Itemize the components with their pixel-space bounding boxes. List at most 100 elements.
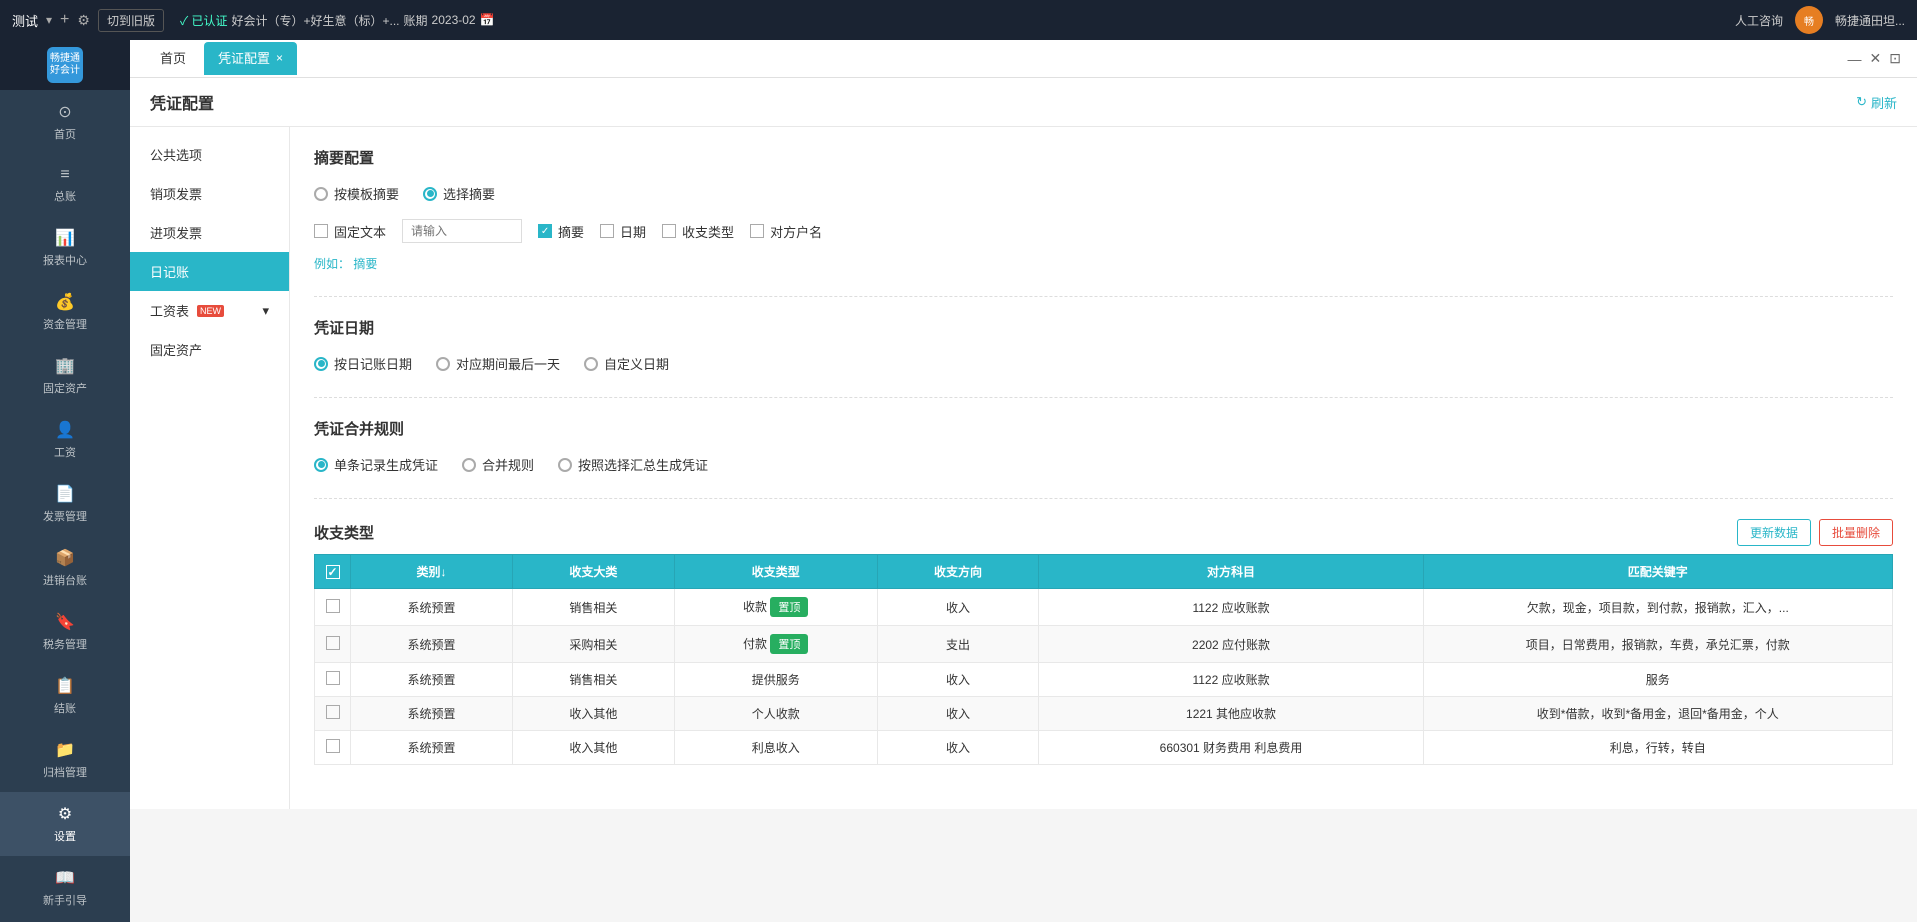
summary-config-title: 摘要配置 — [314, 147, 1893, 168]
th-checkbox[interactable]: ✓ — [315, 555, 351, 589]
invoice-icon: 📄 — [55, 484, 75, 504]
income-expense-title: 收支类型 — [314, 522, 374, 543]
table-row: 系统预置 收入其他 利息收入 收入 660301 财务费用 利息费用 利息，行转… — [315, 731, 1893, 765]
radio-circle-summary-gen — [558, 458, 572, 472]
cell-subject-2: 2202 应付账款 — [1039, 626, 1423, 663]
sidebar-label-invoice: 发票管理 — [43, 508, 87, 524]
sidebar-item-ledger[interactable]: ≡ 总账 — [0, 154, 130, 216]
sidebar-item-archive[interactable]: 📁 归档管理 — [0, 728, 130, 792]
radio-journal-date[interactable]: 按日记账日期 — [314, 354, 412, 373]
sidebar-item-purchase-sales[interactable]: 📦 进销台账 — [0, 536, 130, 600]
sidebar-label-settings: 设置 — [54, 828, 76, 844]
checkbox-counterpart-name[interactable]: 对方户名 — [750, 222, 822, 241]
checkbox-summary[interactable]: ✓ 摘要 — [538, 222, 584, 241]
workspace-dropdown-icon[interactable]: ▾ — [46, 13, 52, 27]
divider-2 — [314, 397, 1893, 398]
tag-area: ✓ 已认证 好会计（专）+好生意（标）+... 账期 2023-02 📅 — [180, 12, 495, 29]
logo-area: 畅捷通好会计 — [0, 40, 130, 90]
cell-type-4: 个人收款 — [674, 697, 877, 731]
ledger-icon: ≡ — [60, 166, 69, 184]
sidebar-item-assets[interactable]: 🏢 固定资产 — [0, 344, 130, 408]
pin-top-btn-1[interactable]: 置顶 — [770, 597, 808, 617]
sidebar-label-guide: 新手引导 — [43, 892, 87, 908]
radio-summary-generate[interactable]: 按照选择汇总生成凭证 — [558, 455, 708, 474]
sidebar-item-funds[interactable]: 💰 资金管理 — [0, 280, 130, 344]
voucher-date-radio-group: 按日记账日期 对应期间最后一天 自定义日期 — [314, 354, 1893, 373]
radio-single-record[interactable]: 单条记录生成凭证 — [314, 455, 438, 474]
divider-1 — [314, 296, 1893, 297]
sidebar-item-salary[interactable]: 👤 工资 — [0, 408, 130, 472]
menu-item-sales-invoice[interactable]: 销项发票 — [130, 174, 289, 213]
cell-main-type-5: 收入其他 — [512, 731, 674, 765]
checkbox-date[interactable]: 日期 — [600, 222, 646, 241]
tax-icon: 🔖 — [55, 612, 75, 632]
sidebar-item-home[interactable]: ⊙ 首页 — [0, 90, 130, 154]
row-checkbox-5[interactable] — [326, 739, 340, 753]
window-close-btn[interactable]: ✕ — [1870, 50, 1882, 67]
cell-category-4: 系统预置 — [351, 697, 513, 731]
salary-icon: 👤 — [55, 420, 75, 440]
right-content: 摘要配置 按模板摘要 选择摘要 — [290, 127, 1917, 809]
cell-subject-5: 660301 财务费用 利息费用 — [1039, 731, 1423, 765]
row-checkbox-4[interactable] — [326, 705, 340, 719]
close-account-icon: 📋 — [55, 676, 75, 696]
update-data-btn[interactable]: 更新数据 — [1737, 519, 1811, 546]
home-icon: ⊙ — [58, 102, 71, 122]
row-checkbox-3[interactable] — [326, 671, 340, 685]
tab-bar: 首页 凭证配置 × — ✕ ⊡ — [130, 40, 1917, 78]
radio-template-summary[interactable]: 按模板摘要 — [314, 184, 399, 203]
radio-choose-summary[interactable]: 选择摘要 — [423, 184, 495, 203]
customer-service-btn[interactable]: 人工咨询 — [1735, 12, 1783, 29]
checkbox-fixed-text[interactable]: 固定文本 — [314, 222, 386, 241]
row-checkbox-2[interactable] — [326, 636, 340, 650]
add-workspace-btn[interactable]: + — [60, 11, 69, 29]
summary-radio-group: 按模板摘要 选择摘要 — [314, 184, 1893, 203]
window-minimize-btn[interactable]: — — [1848, 50, 1862, 67]
cell-direction-3: 收入 — [877, 663, 1039, 697]
cell-keywords-5: 利息，行转，转自 — [1423, 731, 1892, 765]
fixed-text-input[interactable] — [402, 219, 522, 243]
table-row: 系统预置 销售相关 收款 置顶 收入 1122 应收账款 欠款，现金，项目款，到… — [315, 589, 1893, 626]
batch-delete-btn[interactable]: 批量删除 — [1819, 519, 1893, 546]
sidebar-item-invoice[interactable]: 📄 发票管理 — [0, 472, 130, 536]
switch-old-version-btn[interactable]: 切到旧版 — [98, 9, 164, 32]
row-checkbox-1[interactable] — [326, 599, 340, 613]
cell-direction-5: 收入 — [877, 731, 1039, 765]
menu-item-purchase-invoice[interactable]: 进项发票 — [130, 213, 289, 252]
period-value: 2023-02 — [432, 13, 476, 27]
sidebar-item-guide[interactable]: 📖 新手引导 — [0, 856, 130, 920]
menu-item-fixed-assets[interactable]: 固定资产 — [130, 330, 289, 369]
settings-sidebar-icon: ⚙ — [58, 804, 72, 824]
cell-category-5: 系统预置 — [351, 731, 513, 765]
radio-period-last-day[interactable]: 对应期间最后一天 — [436, 354, 560, 373]
calendar-icon[interactable]: 📅 — [480, 13, 495, 27]
income-type-checkbox — [662, 224, 676, 238]
tab-close-icon[interactable]: × — [276, 51, 283, 65]
header-checkbox[interactable]: ✓ — [326, 565, 340, 579]
menu-item-public[interactable]: 公共选项 — [130, 135, 289, 174]
window-expand-btn[interactable]: ⊡ — [1889, 50, 1901, 67]
refresh-btn[interactable]: ↻ 刷新 — [1856, 93, 1897, 112]
sidebar-item-settings[interactable]: ⚙ 设置 — [0, 792, 130, 856]
radio-custom-date[interactable]: 自定义日期 — [584, 354, 669, 373]
radio-merge-rules[interactable]: 合并规则 — [462, 455, 534, 474]
settings-icon[interactable]: ⚙ — [77, 12, 90, 29]
tab-voucher-config[interactable]: 凭证配置 × — [204, 42, 297, 75]
voucher-date-title: 凭证日期 — [314, 317, 1893, 338]
checkbox-income-type[interactable]: 收支类型 — [662, 222, 734, 241]
sidebar-item-close-account[interactable]: 📋 结账 — [0, 664, 130, 728]
top-right-area: 人工咨询 畅 畅捷通田坦... — [1735, 6, 1905, 34]
radio-circle-template — [314, 187, 328, 201]
merge-rules-radio-group: 单条记录生成凭证 合并规则 按照选择汇总生成凭证 — [314, 455, 1893, 474]
summary-checkbox: ✓ — [538, 224, 552, 238]
pin-top-btn-2[interactable]: 置顶 — [770, 634, 808, 654]
tab-home[interactable]: 首页 — [146, 42, 200, 75]
menu-item-payroll[interactable]: 工资表 NEW ▾ — [130, 291, 289, 330]
sidebar-label-ledger: 总账 — [54, 188, 76, 204]
sidebar-item-tax[interactable]: 🔖 税务管理 — [0, 600, 130, 664]
sidebar-item-reports[interactable]: 📊 报表中心 — [0, 216, 130, 280]
sidebar-label-purchase-sales: 进销台账 — [43, 572, 87, 588]
avatar[interactable]: 畅 — [1795, 6, 1823, 34]
cell-keywords-3: 服务 — [1423, 663, 1892, 697]
menu-item-journal[interactable]: 日记账 — [130, 252, 289, 291]
